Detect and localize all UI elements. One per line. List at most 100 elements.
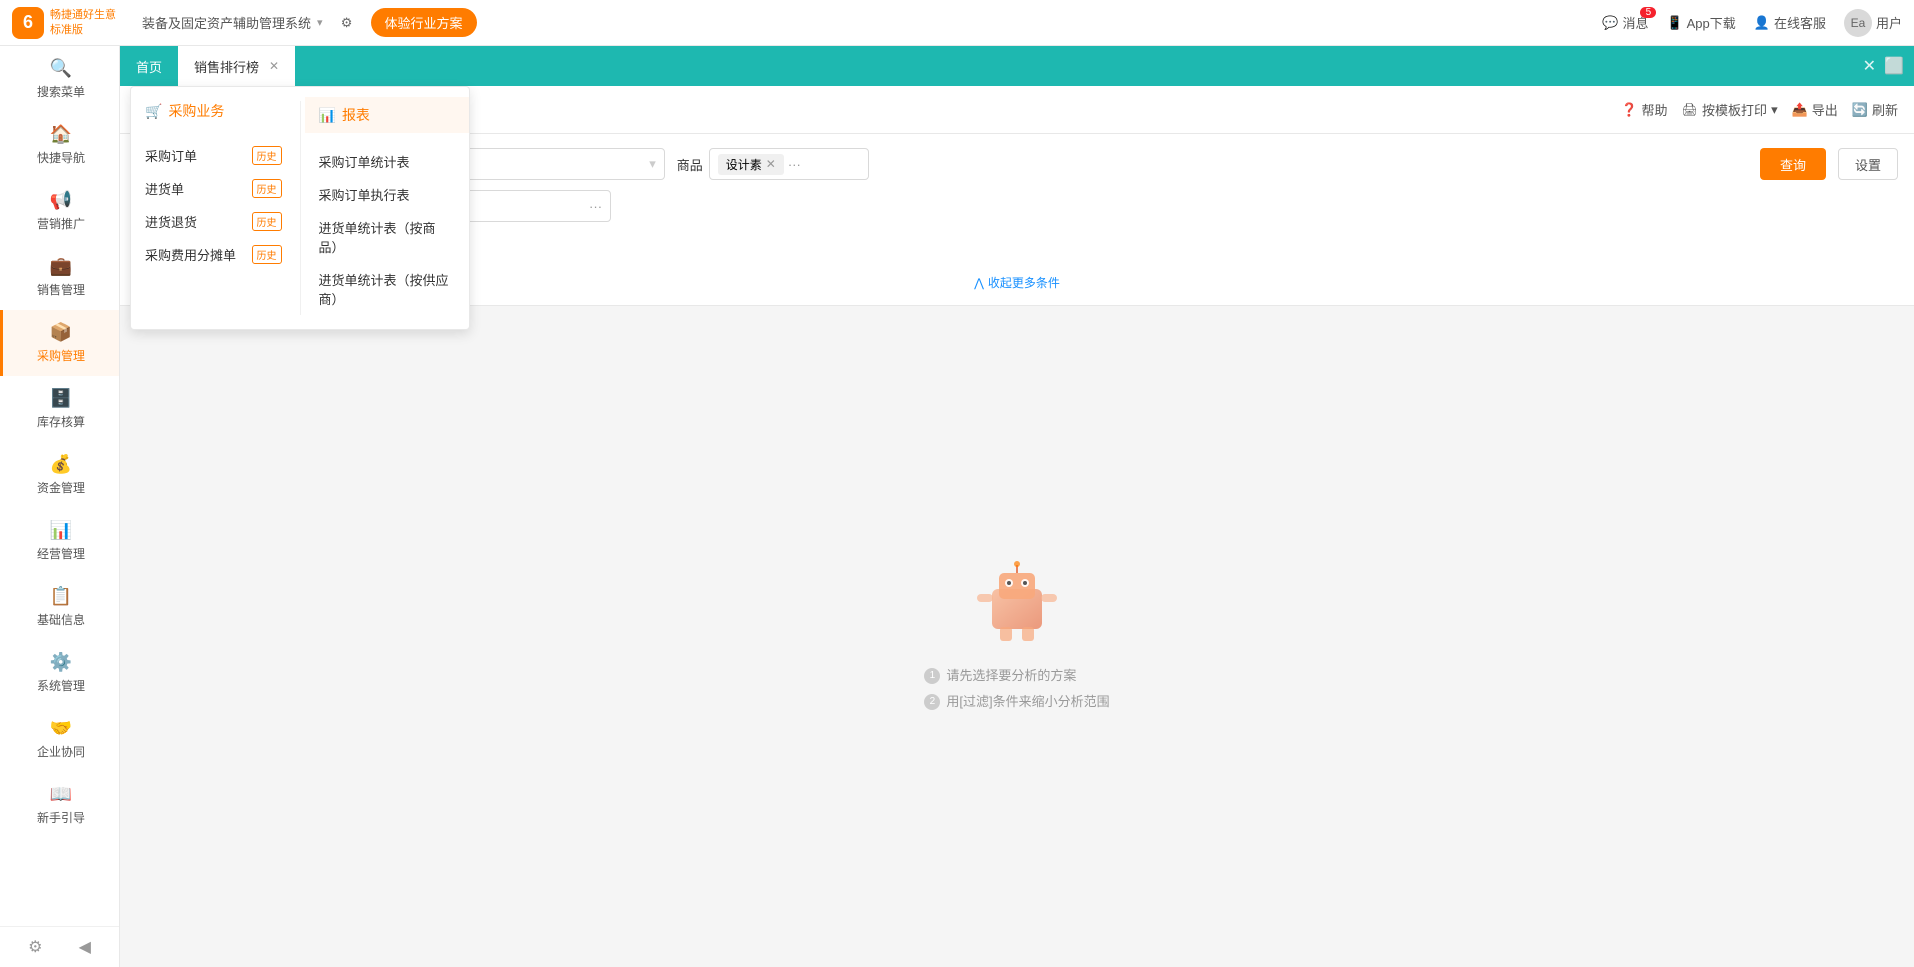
report-title-icon: 📊 <box>319 107 336 124</box>
sidebar-item-inventory[interactable]: 🗄️ 库存核算 <box>0 376 119 442</box>
dropdown-item-receive-stat-supplier[interactable]: 进货单统计表（按供应商） <box>319 263 456 315</box>
tab-close-icon[interactable]: ✕ <box>269 59 279 73</box>
logo-area: 6 畅捷通好生意 标准版 <box>12 7 132 39</box>
empty-hint-1: 1 请先选择要分析的方案 <box>924 663 1109 689</box>
dropdown-item-purchase-order[interactable]: 采购订单 历史 <box>145 139 282 172</box>
sidebar-item-label: 系统管理 <box>37 677 85 694</box>
service-icon: 👤 <box>1754 15 1770 31</box>
goods-dots[interactable]: ··· <box>788 157 801 172</box>
sidebar-item-label: 企业协同 <box>37 743 85 760</box>
sidebar-item-purchase[interactable]: 📦 采购管理 <box>0 310 119 376</box>
user-avatar: Ea <box>1844 9 1872 37</box>
sidebar-item-basic-info[interactable]: 📋 基础信息 <box>0 574 119 640</box>
dropdown-item-order-exec[interactable]: 采购订单执行表 <box>319 178 456 211</box>
tab-sales-rank[interactable]: 销售排行榜 ✕ <box>178 46 295 86</box>
sidebar-item-finance[interactable]: 💰 资金管理 <box>0 442 119 508</box>
print-icon: 🖨 <box>1682 102 1699 118</box>
dropdown-item-return[interactable]: 进货退货 历史 <box>145 205 282 238</box>
sidebar-collapse-button[interactable]: ◀ <box>79 937 91 957</box>
sidebar-item-guide[interactable]: 📖 新手引导 <box>0 772 119 838</box>
top-header: 6 畅捷通好生意 标准版 装备及固定资产辅助管理系统 ▾ ⚙ 体验行业方案 💬 … <box>0 0 1914 46</box>
finance-icon: 💰 <box>50 454 72 475</box>
online-service-button[interactable]: 👤 在线客服 <box>1754 13 1826 32</box>
empty-illustration <box>967 559 1067 649</box>
dropdown-purchase-col: 🛒 采购业务 采购订单 历史 进货单 历史 进货退货 历史 采购费用分摊单 <box>131 101 296 315</box>
print-button[interactable]: 🖨 按模板打印 ▾ <box>1682 100 1778 119</box>
sidebar-item-operations[interactable]: 📊 经营管理 <box>0 508 119 574</box>
export-button[interactable]: 📤 导出 <box>1792 100 1838 119</box>
query-button[interactable]: 查询 <box>1760 148 1826 180</box>
system-dropdown-arrow[interactable]: ▾ <box>317 16 323 29</box>
dropdown-purchase-title: 🛒 采购业务 <box>145 101 282 127</box>
goods-label: 商品 <box>677 155 703 174</box>
notification-button[interactable]: 💬 消息 5 <box>1602 13 1648 32</box>
sidebar-item-marketing[interactable]: 📢 营销推广 <box>0 178 119 244</box>
history-badge: 历史 <box>252 146 282 165</box>
empty-svg <box>967 559 1067 649</box>
user-menu-button[interactable]: Ea 用户 <box>1844 9 1902 37</box>
sidebar-item-label: 经营管理 <box>37 545 85 562</box>
dropdown-divider <box>300 101 301 315</box>
tab-actions: ✕ ⬜ <box>1853 46 1914 86</box>
sales-icon: 💼 <box>50 256 72 277</box>
enterprise-icon: 🤝 <box>50 718 72 739</box>
app-download-button[interactable]: 📱 App下载 <box>1666 13 1735 32</box>
tab-home-label: 首页 <box>136 57 162 76</box>
history-badge: 历史 <box>252 212 282 231</box>
sidebar-item-label: 采购管理 <box>37 347 85 364</box>
dropdown-report-col: 📊 报表 采购订单统计表 采购订单执行表 进货单统计表（按商品） 进货单统计表（… <box>305 101 470 315</box>
purchase-dropdown-menu: 🛒 采购业务 采购订单 历史 进货单 历史 进货退货 历史 采购费用分摊单 <box>130 86 470 330</box>
notification-icon: 💬 <box>1602 15 1618 31</box>
sidebar-item-quick-nav[interactable]: 🏠 快捷导航 <box>0 112 119 178</box>
notification-count: 5 <box>1640 7 1656 18</box>
history-badge: 历史 <box>252 179 282 198</box>
sidebar-settings-button[interactable]: ⚙ <box>28 937 42 957</box>
dropdown-item-order-stat[interactable]: 采购订单统计表 <box>319 145 456 178</box>
tab-bar: 首页 销售排行榜 ✕ ✕ ⬜ <box>120 46 1914 86</box>
history-badge: 历史 <box>252 245 282 264</box>
goods-tag-close[interactable]: ✕ <box>766 157 776 171</box>
print-dropdown-arrow[interactable]: ▾ <box>1771 102 1778 118</box>
top-header-right: 💬 消息 5 📱 App下载 👤 在线客服 Ea 用户 <box>1602 9 1902 37</box>
dropdown-item-cost[interactable]: 采购费用分摊单 历史 <box>145 238 282 271</box>
refresh-button[interactable]: 🔄 刷新 <box>1852 100 1898 119</box>
dropdown-item-receive[interactable]: 进货单 历史 <box>145 172 282 205</box>
dropdown-item-receive-stat-goods[interactable]: 进货单统计表（按商品） <box>319 211 456 263</box>
settings-button[interactable]: 设置 <box>1838 148 1898 180</box>
tab-close-window-icon[interactable]: ✕ <box>1863 56 1876 76</box>
trial-button[interactable]: 体验行业方案 <box>371 8 477 37</box>
tab-spacer <box>295 46 1853 86</box>
guide-icon: 📖 <box>50 784 72 805</box>
status-dropdown-arrow[interactable]: ▾ <box>649 156 656 172</box>
empty-state: 1 请先选择要分析的方案 2 用[过滤]条件来缩小分析范围 <box>120 306 1914 967</box>
help-button[interactable]: ❓ 帮助 <box>1621 100 1667 119</box>
sidebar-item-label: 基础信息 <box>37 611 85 628</box>
help-icon: ❓ <box>1621 102 1637 118</box>
purchase-icon: 📦 <box>50 322 72 343</box>
logo-text: 畅捷通好生意 标准版 <box>50 8 116 37</box>
sidebar-item-label: 搜索菜单 <box>37 83 85 100</box>
salesperson-dots[interactable]: ··· <box>589 199 602 214</box>
tab-sales-rank-label: 销售排行榜 <box>194 57 259 76</box>
logo-icon: 6 <box>12 7 44 39</box>
inventory-icon: 🗄️ <box>50 388 72 409</box>
sidebar-bottom: ⚙ ◀ <box>0 926 119 967</box>
sidebar-item-system[interactable]: ⚙️ 系统管理 <box>0 640 119 706</box>
tab-maximize-icon[interactable]: ⬜ <box>1884 56 1904 76</box>
dropdown-columns: 🛒 采购业务 采购订单 历史 进货单 历史 进货退货 历史 采购费用分摊单 <box>131 101 469 315</box>
sidebar-item-search[interactable]: 🔍 搜索菜单 <box>0 46 119 112</box>
header-settings-button[interactable]: ⚙ <box>333 9 361 37</box>
empty-hint-2: 2 用[过滤]条件来缩小分析范围 <box>924 689 1109 715</box>
tab-home[interactable]: 首页 <box>120 46 178 86</box>
refresh-icon: 🔄 <box>1852 102 1868 118</box>
system-title: 装备及固定资产辅助管理系统 ▾ <box>142 13 323 32</box>
empty-text: 1 请先选择要分析的方案 2 用[过滤]条件来缩小分析范围 <box>924 663 1109 715</box>
search-icon: 🔍 <box>50 58 72 79</box>
sidebar-item-sales[interactable]: 💼 销售管理 <box>0 244 119 310</box>
app-icon: 📱 <box>1666 15 1682 31</box>
system-icon: ⚙️ <box>50 652 72 673</box>
sidebar-item-enterprise[interactable]: 🤝 企业协同 <box>0 706 119 772</box>
marketing-icon: 📢 <box>50 190 72 211</box>
dropdown-report-title: 📊 报表 <box>305 97 470 133</box>
operations-icon: 📊 <box>50 520 72 541</box>
